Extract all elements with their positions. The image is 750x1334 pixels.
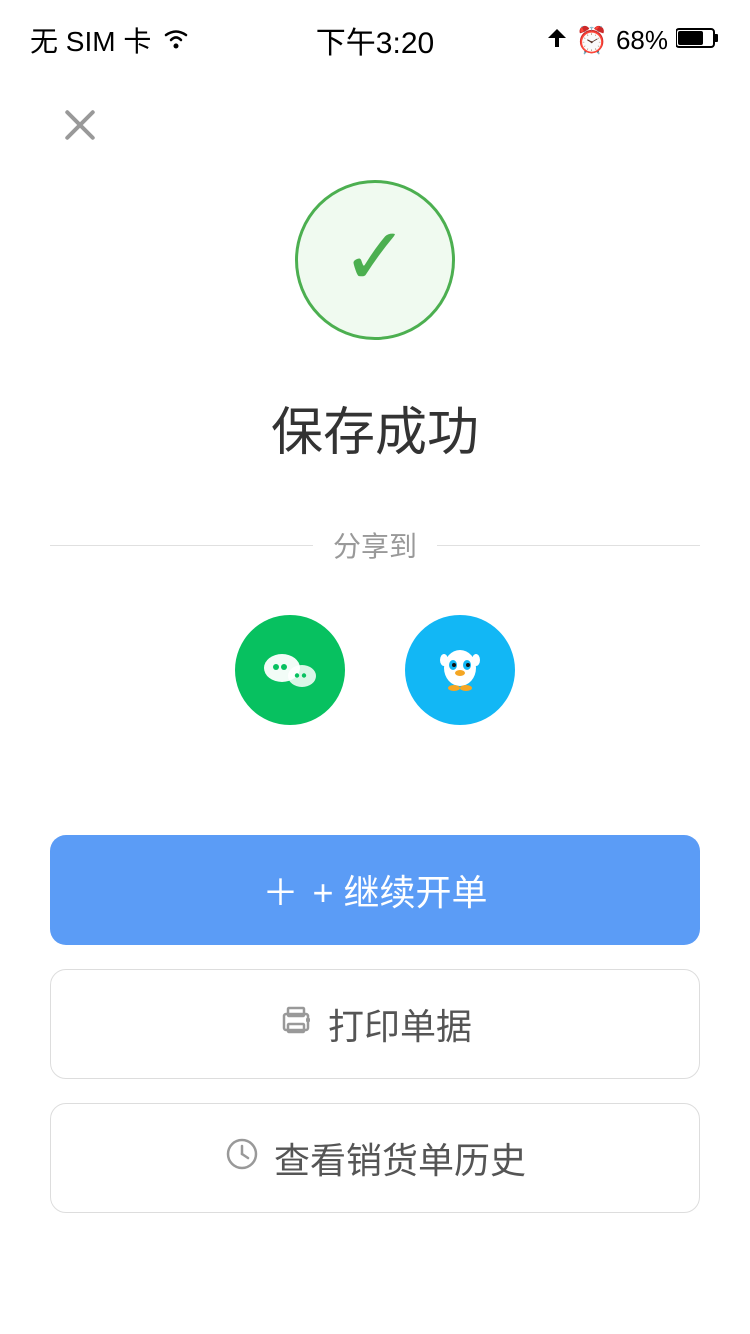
share-label: 分享到 — [313, 525, 437, 565]
history-label: 查看销货单历史 — [274, 1132, 526, 1184]
continue-plus-icon: ＋ — [262, 864, 298, 916]
battery-icon — [676, 25, 720, 56]
checkmark-icon: ✓ — [341, 217, 408, 297]
continue-button[interactable]: ＋ + 继续开单 — [50, 835, 700, 945]
sim-text: 无 SIM 卡 — [30, 20, 151, 60]
alarm-icon: ⏰ — [576, 25, 608, 56]
status-right: ⏰ 68% — [546, 25, 720, 56]
status-time: 下午3:20 — [316, 18, 434, 62]
share-section: 分享到 — [0, 525, 750, 785]
location-icon — [546, 25, 568, 56]
print-label: 打印单据 — [328, 998, 472, 1050]
wifi-icon — [161, 24, 191, 56]
history-icon — [224, 1136, 260, 1181]
battery-text: 68% — [616, 25, 668, 56]
print-icon — [278, 1002, 314, 1047]
continue-label: + 继续开单 — [312, 864, 487, 916]
success-circle: ✓ — [295, 180, 455, 340]
history-button[interactable]: 查看销货单历史 — [50, 1103, 700, 1213]
action-buttons: ＋ + 继续开单 打印单据 — [0, 835, 750, 1213]
status-bar: 无 SIM 卡 下午3:20 ⏰ 68% — [0, 0, 750, 80]
wechat-icon — [258, 638, 323, 703]
print-button[interactable]: 打印单据 — [50, 969, 700, 1079]
wechat-share-button[interactable] — [235, 615, 345, 725]
divider-left — [50, 545, 313, 546]
qq-share-button[interactable] — [405, 615, 515, 725]
main-content: ✓ 保存成功 分享到 — [0, 80, 750, 1213]
success-title: 保存成功 — [271, 390, 479, 465]
share-divider: 分享到 — [50, 525, 700, 565]
close-button[interactable] — [50, 95, 110, 155]
share-icons — [50, 615, 700, 725]
divider-right — [437, 545, 700, 546]
qq-icon — [430, 640, 490, 700]
status-left: 无 SIM 卡 — [30, 20, 191, 60]
